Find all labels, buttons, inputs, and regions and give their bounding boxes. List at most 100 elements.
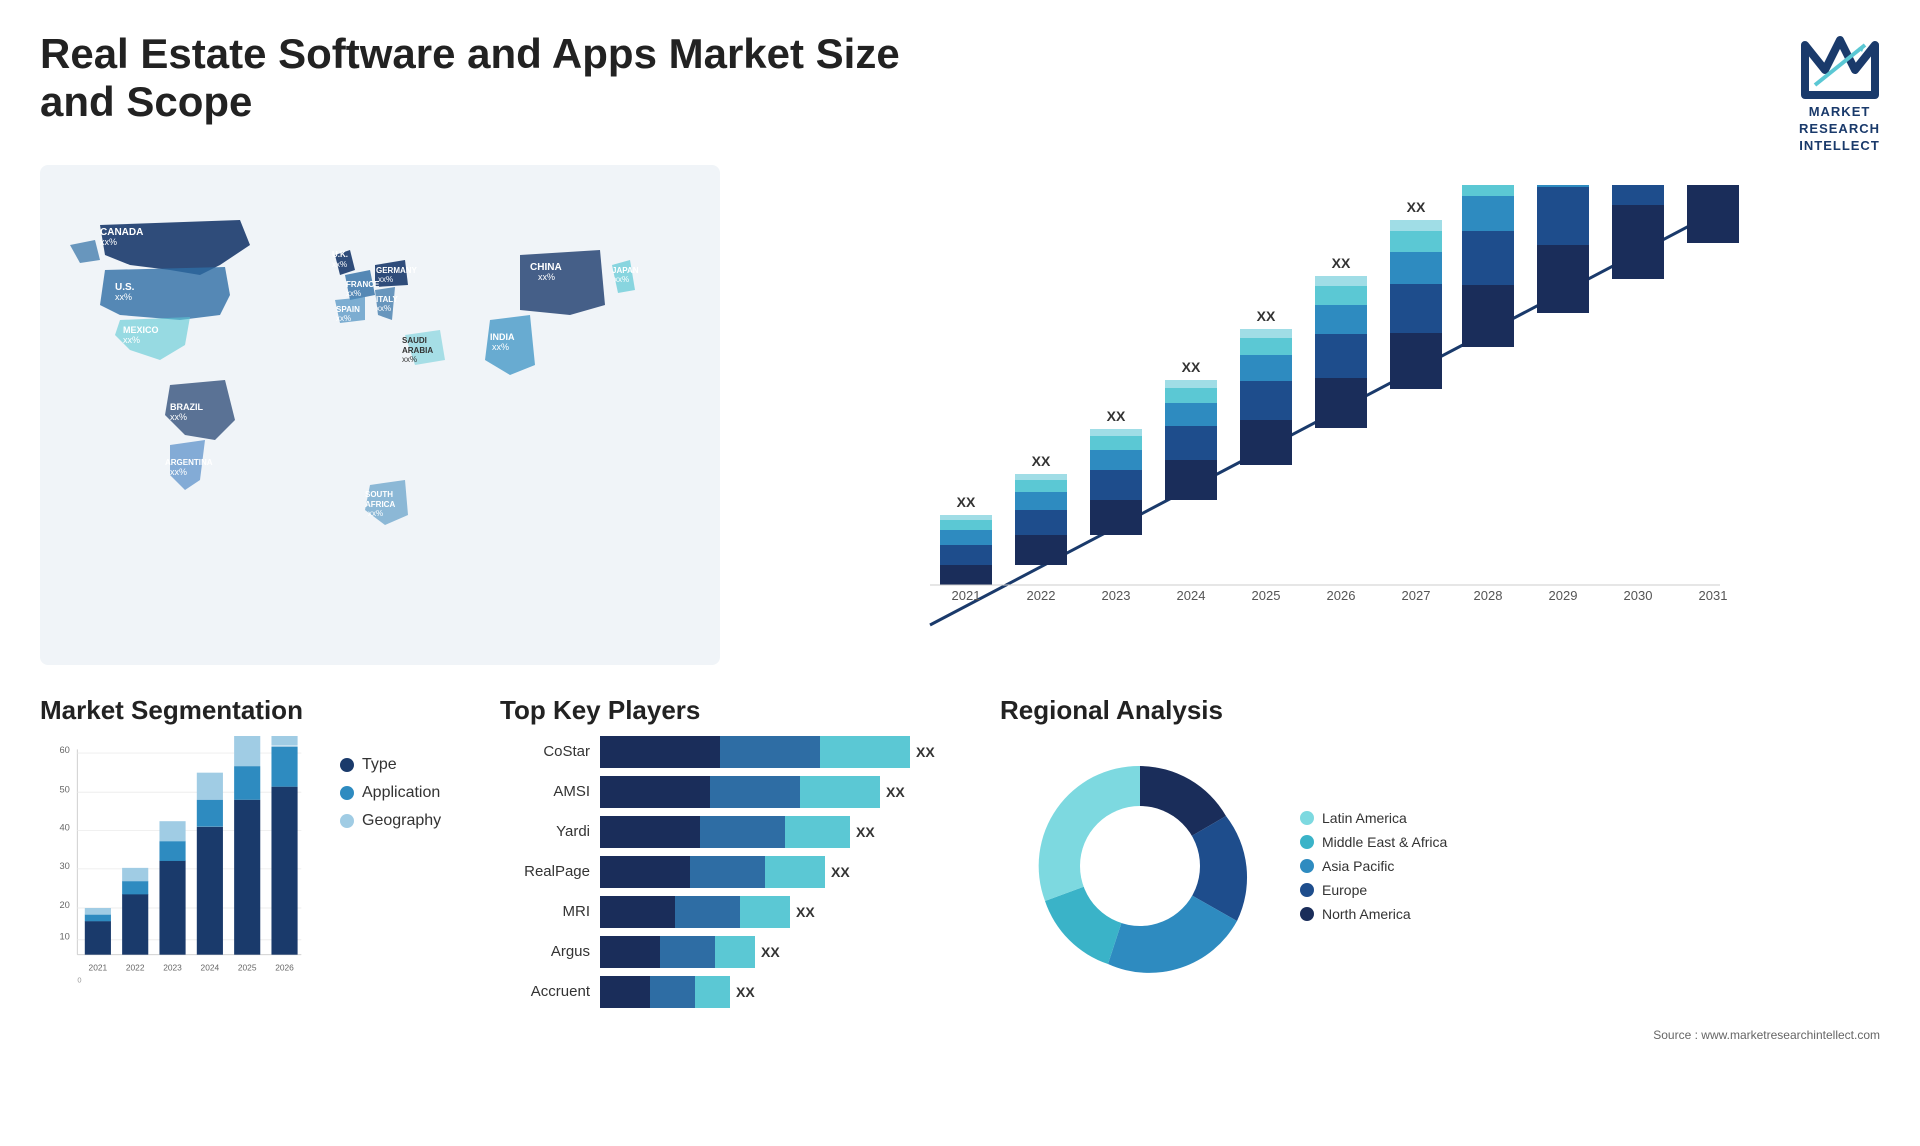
- bar-chart-svg: XX 2021 XX 2022 XX 2023: [760, 185, 1840, 665]
- main-content: CANADA xx% U.S. xx% MEXICO xx% BRAZIL xx…: [0, 165, 1920, 685]
- key-players-section: Top Key Players CoStar XX AMSI: [500, 695, 960, 1008]
- bottom-content: Market Segmentation 60 50 40 30 20 10: [0, 685, 1920, 1028]
- application-label: Application: [362, 784, 440, 802]
- reg-item-north-america: North America: [1300, 906, 1447, 922]
- svg-text:2023: 2023: [1102, 588, 1131, 603]
- regional-container: Latin America Middle East & Africa Asia …: [1000, 736, 1880, 996]
- player-row-costar: CoStar XX: [500, 736, 960, 768]
- svg-text:xx%: xx%: [614, 275, 629, 284]
- player-row-mri: MRI XX: [500, 896, 960, 928]
- segmentation-section: Market Segmentation 60 50 40 30 20 10: [40, 695, 460, 1008]
- svg-text:GERMANY: GERMANY: [376, 266, 418, 275]
- svg-text:xx%: xx%: [368, 509, 383, 518]
- legend-type: Type: [340, 756, 441, 774]
- north-america-label: North America: [1322, 906, 1411, 922]
- svg-text:60: 60: [59, 745, 69, 755]
- svg-text:XX: XX: [1107, 408, 1126, 424]
- svg-text:2023: 2023: [163, 962, 182, 972]
- north-america-dot: [1300, 907, 1314, 921]
- reg-item-latin: Latin America: [1300, 810, 1447, 826]
- player-row-realpage: RealPage XX: [500, 856, 960, 888]
- reg-item-europe: Europe: [1300, 882, 1447, 898]
- player-row-argus: Argus XX: [500, 936, 960, 968]
- svg-text:2025: 2025: [238, 962, 257, 972]
- svg-text:2025: 2025: [1252, 588, 1281, 603]
- logo-icon: [1800, 30, 1880, 100]
- svg-text:2024: 2024: [1177, 588, 1206, 603]
- mri-bar: [600, 896, 790, 928]
- player-name-argus: Argus: [500, 943, 590, 960]
- svg-text:ITALY: ITALY: [376, 295, 398, 304]
- player-name-amsi: AMSI: [500, 783, 590, 800]
- player-bar-accruent: XX: [600, 976, 960, 1008]
- svg-text:xx%: xx%: [332, 260, 347, 269]
- svg-text:XX: XX: [1182, 359, 1201, 375]
- player-name-costar: CoStar: [500, 743, 590, 760]
- bar-chart-section: XX 2021 XX 2022 XX 2023: [720, 165, 1880, 685]
- logo-area: MARKET RESEARCH INTELLECT: [1799, 30, 1880, 155]
- world-map-section: CANADA xx% U.S. xx% MEXICO xx% BRAZIL xx…: [40, 165, 720, 665]
- player-bar-costar: XX: [600, 736, 960, 768]
- apac-dot: [1300, 859, 1314, 873]
- svg-text:U.K.: U.K.: [332, 250, 348, 259]
- player-name-accruent: Accruent: [500, 983, 590, 1000]
- players-list: CoStar XX AMSI: [500, 736, 960, 1008]
- svg-text:xx%: xx%: [376, 304, 391, 313]
- svg-text:FRANCE: FRANCE: [346, 280, 380, 289]
- svg-text:SPAIN: SPAIN: [336, 305, 360, 314]
- apac-label: Asia Pacific: [1322, 858, 1394, 874]
- svg-text:xx%: xx%: [115, 292, 132, 302]
- svg-text:0: 0: [77, 975, 81, 984]
- svg-text:30: 30: [59, 860, 69, 870]
- player-row-accruent: Accruent XX: [500, 976, 960, 1008]
- player-bar-yardi: XX: [600, 816, 960, 848]
- player-bar-amsi: XX: [600, 776, 960, 808]
- segmentation-title: Market Segmentation: [40, 695, 460, 726]
- yardi-value: XX: [856, 824, 875, 840]
- costar-value: XX: [916, 744, 935, 760]
- seg-chart-container: 60 50 40 30 20 10: [40, 736, 460, 996]
- key-players-title: Top Key Players: [500, 695, 960, 726]
- source-text: Source : www.marketresearchintellect.com: [0, 1028, 1920, 1047]
- seg-legend: Type Application Geography: [340, 756, 441, 830]
- type-label: Type: [362, 756, 397, 774]
- svg-text:40: 40: [59, 822, 69, 832]
- realpage-value: XX: [831, 864, 850, 880]
- player-row-amsi: AMSI XX: [500, 776, 960, 808]
- svg-text:2022: 2022: [126, 962, 145, 972]
- player-bar-argus: XX: [600, 936, 960, 968]
- svg-text:MEXICO: MEXICO: [123, 325, 159, 335]
- amsi-bar: [600, 776, 880, 808]
- accruent-value: XX: [736, 984, 755, 1000]
- svg-text:xx%: xx%: [492, 342, 509, 352]
- yardi-bar: [600, 816, 850, 848]
- legend-application: Application: [340, 784, 441, 802]
- svg-text:ARGENTINA: ARGENTINA: [165, 458, 213, 467]
- svg-text:2029: 2029: [1549, 588, 1578, 603]
- svg-text:xx%: xx%: [100, 237, 117, 247]
- header: Real Estate Software and Apps Market Siz…: [0, 0, 1920, 165]
- svg-text:SAUDI: SAUDI: [402, 336, 427, 345]
- regional-legend: Latin America Middle East & Africa Asia …: [1300, 810, 1447, 922]
- mea-label: Middle East & Africa: [1322, 834, 1447, 850]
- svg-text:ARABIA: ARABIA: [402, 346, 433, 355]
- latin-label: Latin America: [1322, 810, 1407, 826]
- svg-text:JAPAN: JAPAN: [612, 266, 639, 275]
- mri-value: XX: [796, 904, 815, 920]
- argus-bar: [600, 936, 755, 968]
- svg-text:xx%: xx%: [123, 335, 140, 345]
- geography-label: Geography: [362, 812, 441, 830]
- realpage-bar: [600, 856, 825, 888]
- svg-text:2027: 2027: [1402, 588, 1431, 603]
- svg-text:2021: 2021: [89, 962, 108, 972]
- page-title: Real Estate Software and Apps Market Siz…: [40, 30, 940, 126]
- svg-text:XX: XX: [957, 494, 976, 510]
- europe-dot: [1300, 883, 1314, 897]
- regional-donut-svg: [1000, 736, 1280, 996]
- svg-text:xx%: xx%: [170, 467, 187, 477]
- europe-label: Europe: [1322, 882, 1367, 898]
- logo-text: MARKET RESEARCH INTELLECT: [1799, 104, 1880, 155]
- svg-text:2026: 2026: [1327, 588, 1356, 603]
- player-bar-mri: XX: [600, 896, 960, 928]
- amsi-value: XX: [886, 784, 905, 800]
